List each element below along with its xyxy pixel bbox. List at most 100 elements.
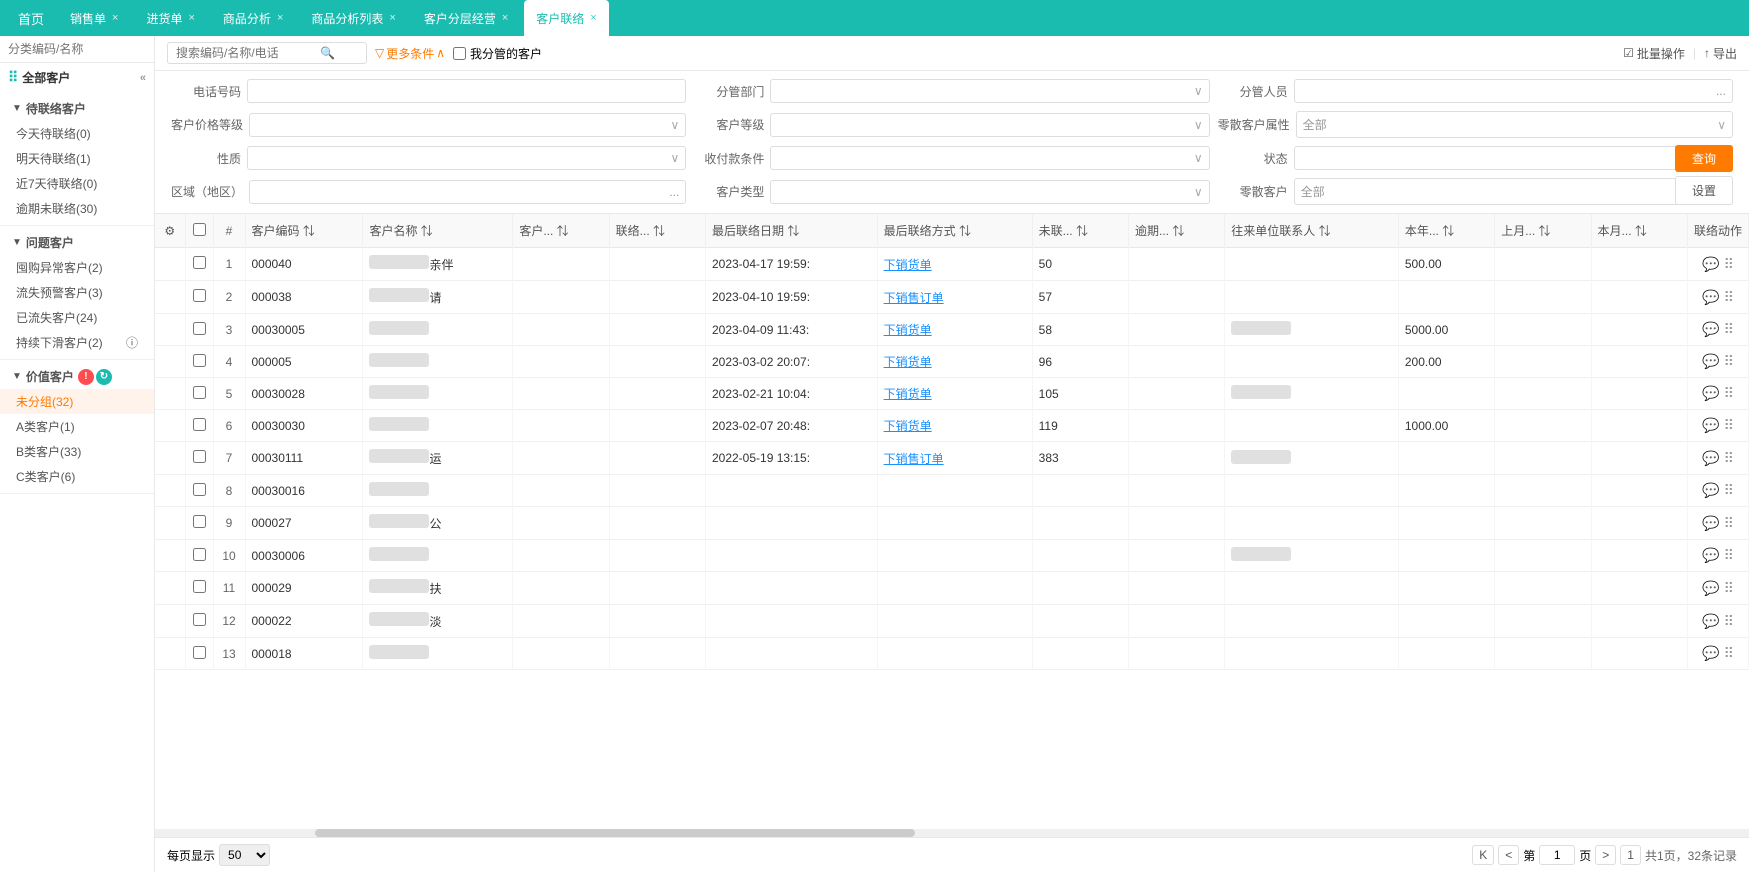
check-cell[interactable]: [185, 605, 213, 638]
row-checkbox[interactable]: [193, 613, 206, 626]
sidebar-item-overdue[interactable]: 逾期未联络(30): [0, 196, 154, 221]
sidebar-item-class-c[interactable]: C类客户(6): [0, 464, 154, 489]
overdue-col-header[interactable]: 逾期... ⇅: [1128, 214, 1224, 248]
message-icon[interactable]: 💬: [1702, 256, 1719, 273]
last-method-link[interactable]: 下销售订单: [884, 291, 944, 305]
row-checkbox[interactable]: [193, 515, 206, 528]
sidebar-item-churned[interactable]: 已流失客户(24): [0, 305, 154, 330]
grid-icon[interactable]: ⠿: [1724, 645, 1734, 662]
main-search-input[interactable]: [176, 46, 316, 60]
nav-tab-analysis[interactable]: 商品分析 ×: [211, 0, 295, 36]
lastdate-col-header[interactable]: 最后联络日期 ⇅: [705, 214, 877, 248]
grid-icon[interactable]: ⠿: [1724, 385, 1734, 402]
grid-icon[interactable]: ⠿: [1724, 353, 1734, 370]
check-cell[interactable]: [185, 410, 213, 442]
code-col-header[interactable]: 客户编码 ⇅: [245, 214, 363, 248]
row-checkbox[interactable]: [193, 450, 206, 463]
row-checkbox[interactable]: [193, 418, 206, 431]
type-col-header[interactable]: 客户... ⇅: [513, 214, 609, 248]
problem-customers-header[interactable]: ▼ 问题客户: [0, 230, 154, 255]
message-icon[interactable]: 💬: [1702, 353, 1719, 370]
row-checkbox[interactable]: [193, 548, 206, 561]
row-checkbox[interactable]: [193, 354, 206, 367]
grid-icon[interactable]: ⠿: [1724, 450, 1734, 467]
row-checkbox[interactable]: [193, 646, 206, 659]
grid-icon[interactable]: ⠿: [1724, 613, 1734, 630]
lastmethod-col-header[interactable]: 最后联络方式 ⇅: [877, 214, 1032, 248]
retail-select[interactable]: 全部 ∨: [1294, 178, 1733, 205]
thismonth-col-header[interactable]: 本月... ⇅: [1591, 214, 1687, 248]
check-cell[interactable]: [185, 281, 213, 314]
close-icon[interactable]: ×: [502, 12, 508, 24]
close-icon[interactable]: ×: [277, 12, 283, 24]
grid-icon[interactable]: ⠿: [1724, 289, 1734, 306]
message-icon[interactable]: 💬: [1702, 321, 1719, 338]
my-customers-checkbox[interactable]: 我分管的客户: [453, 45, 542, 62]
attr-select[interactable]: 全部 ∨: [1296, 111, 1733, 138]
sidebar-item-ungrouped[interactable]: 未分组(32): [0, 389, 154, 414]
message-icon[interactable]: 💬: [1702, 482, 1719, 499]
message-icon[interactable]: 💬: [1702, 547, 1719, 564]
check-cell[interactable]: [185, 572, 213, 605]
message-icon[interactable]: 💬: [1702, 645, 1719, 662]
message-icon[interactable]: 💬: [1702, 385, 1719, 402]
close-icon[interactable]: ×: [389, 12, 395, 24]
row-checkbox[interactable]: [193, 289, 206, 302]
nature-select[interactable]: ∨: [247, 146, 686, 170]
first-page-btn[interactable]: K: [1472, 845, 1494, 865]
pending-contact-header[interactable]: ▼ 待联络客户: [0, 96, 154, 121]
my-customers-check-input[interactable]: [453, 47, 466, 60]
settings-col-header[interactable]: ⚙: [155, 214, 185, 248]
grid-icon[interactable]: ⠿: [1724, 417, 1734, 434]
sidebar-item-declining[interactable]: 持续下滑客户(2) ⓘ: [0, 330, 154, 355]
grid-icon[interactable]: ⠿: [1724, 256, 1734, 273]
value-customers-header[interactable]: ▼ 价值客户 ! ↻: [0, 364, 154, 389]
more-conditions-btn[interactable]: ▽ 更多条件 ∧: [375, 45, 445, 62]
row-checkbox[interactable]: [193, 386, 206, 399]
page-number-input[interactable]: [1539, 845, 1575, 865]
check-cell[interactable]: [185, 475, 213, 507]
person-select[interactable]: ...: [1294, 79, 1733, 103]
query-button[interactable]: 查询: [1675, 145, 1733, 172]
price-select[interactable]: ∨: [249, 113, 686, 137]
scroll-thumb[interactable]: [315, 829, 915, 837]
search-icon[interactable]: 🔍: [320, 46, 335, 60]
collapse-icon[interactable]: «: [140, 72, 146, 84]
dept-select[interactable]: ∨: [770, 79, 1209, 103]
grid-icon[interactable]: ⠿: [1724, 515, 1734, 532]
region-select[interactable]: ...: [249, 180, 686, 204]
notcontact-col-header[interactable]: 未联... ⇅: [1032, 214, 1128, 248]
select-all-col[interactable]: [185, 214, 213, 248]
row-checkbox[interactable]: [193, 322, 206, 335]
grid-icon[interactable]: ⠿: [1724, 321, 1734, 338]
sidebar-item-class-a[interactable]: A类客户(1): [0, 414, 154, 439]
check-cell[interactable]: [185, 248, 213, 281]
status-select[interactable]: ∨: [1294, 146, 1733, 170]
company-contact-col-header[interactable]: 往来单位联系人 ⇅: [1225, 214, 1399, 248]
check-cell[interactable]: [185, 378, 213, 410]
grid-icon[interactable]: ⠿: [1724, 547, 1734, 564]
custtype-select[interactable]: ∨: [770, 180, 1209, 204]
all-customers-header[interactable]: ⠿ 全部客户 «: [0, 63, 154, 92]
close-icon[interactable]: ×: [188, 12, 194, 24]
message-icon[interactable]: 💬: [1702, 515, 1719, 532]
nav-home[interactable]: 首页: [8, 9, 54, 28]
last-method-link[interactable]: 下销货单: [884, 323, 932, 337]
level-select[interactable]: ∨: [770, 113, 1209, 137]
last-method-link[interactable]: 下销货单: [884, 258, 932, 272]
check-cell[interactable]: [185, 442, 213, 475]
check-cell[interactable]: [185, 638, 213, 670]
contact-col-header[interactable]: 联络... ⇅: [609, 214, 705, 248]
horizontal-scrollbar[interactable]: [155, 829, 1749, 837]
last-page-btn[interactable]: 1: [1620, 845, 1641, 865]
select-all-checkbox[interactable]: [193, 223, 206, 236]
export-btn[interactable]: ↑ 导出: [1704, 45, 1737, 62]
message-icon[interactable]: 💬: [1702, 289, 1719, 306]
reset-button[interactable]: 设置: [1675, 176, 1733, 205]
per-page-select[interactable]: 50 100 200: [219, 844, 270, 866]
refresh-icon[interactable]: ↻: [96, 369, 112, 385]
grid-icon[interactable]: ⠿: [1724, 580, 1734, 597]
check-cell[interactable]: [185, 346, 213, 378]
message-icon[interactable]: 💬: [1702, 580, 1719, 597]
sidebar-item-class-b[interactable]: B类客户(33): [0, 439, 154, 464]
